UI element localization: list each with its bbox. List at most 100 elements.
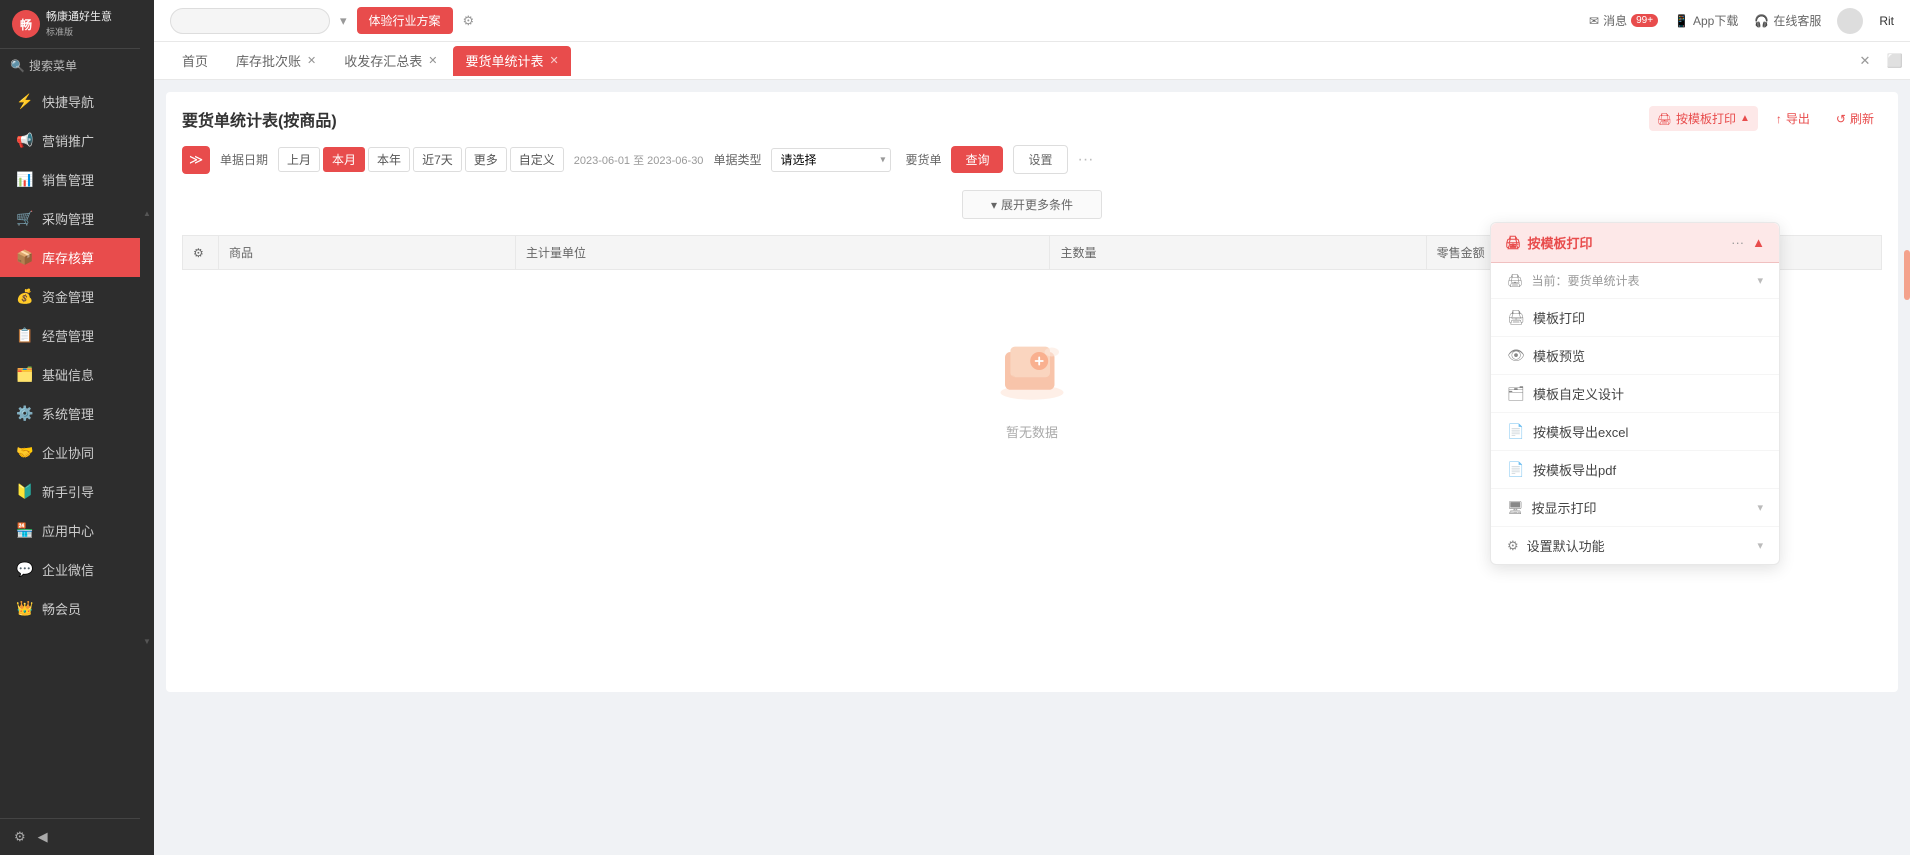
settings-icon[interactable]: ⚙ [14, 829, 26, 845]
sidebar-item-purchase[interactable]: 🛒 采购管理 [0, 199, 140, 238]
date-custom-btn[interactable]: 自定义 [510, 147, 564, 172]
tab-batch-account[interactable]: 库存批次账 ✕ [224, 46, 328, 76]
dropdown-sub-left: 🖥 按显示打印 [1507, 498, 1597, 517]
sidebar-item-inventory[interactable]: 📦 库存核算 [0, 238, 140, 277]
display-print-icon: 🖥 [1507, 500, 1524, 516]
display-print-chevron: ▾ [1757, 501, 1763, 514]
app-name: 畅康通好生意 [46, 10, 112, 24]
tab-home[interactable]: 首页 [170, 46, 220, 76]
sidebar-item-newbie[interactable]: 🔰 新手引导 [0, 472, 140, 511]
expand-more-label: 展开更多条件 [1001, 196, 1073, 213]
sidebar-item-system[interactable]: ⚙️ 系统管理 [0, 394, 140, 433]
dropdown-header-left: 🖨 按模板打印 [1505, 233, 1593, 252]
dropdown-default-func[interactable]: ⚙ 设置默认功能 ▾ [1491, 527, 1779, 564]
filter-expand-btn[interactable]: ≫ [182, 146, 210, 174]
query-btn[interactable]: 查询 [951, 146, 1003, 173]
settings-btn[interactable]: 设置 [1013, 145, 1067, 174]
right-scrollbar[interactable] [1904, 250, 1910, 775]
sidebar-item-vip[interactable]: 👑 畅会员 [0, 589, 140, 628]
dropdown-item-template-excel[interactable]: 📄 按模板导出excel [1491, 413, 1779, 451]
date-current-year-btn[interactable]: 本年 [368, 147, 410, 172]
export-label: 导出 [1786, 110, 1810, 127]
app-download-item[interactable]: 📱 App下载 [1674, 12, 1738, 29]
display-print-label: 按显示打印 [1532, 498, 1597, 517]
dropdown-item-label: 模板打印 [1533, 308, 1585, 327]
topbar-search-input[interactable] [170, 8, 330, 34]
sidebar-item-label: 企业协同 [42, 443, 94, 462]
vip-icon: 👑 [16, 600, 34, 617]
dropdown-item-label: 按模板导出pdf [1533, 460, 1616, 479]
sidebar-item-finance[interactable]: 💰 资金管理 [0, 277, 140, 316]
template-design-icon: 🗂 [1507, 385, 1525, 402]
print-label: 按模板打印 [1676, 110, 1736, 127]
dropdown-header: 🖨 按模板打印 ··· ▲ [1491, 223, 1779, 263]
dots-icon[interactable]: ··· [1731, 235, 1744, 250]
dropdown-item-template-pdf[interactable]: 📄 按模板导出pdf [1491, 451, 1779, 489]
dropdown-current-template[interactable]: 🖨 当前：要货单统计表 ▾ [1491, 263, 1779, 299]
window-maximize-btn[interactable]: ⬜ [1880, 46, 1910, 76]
experience-btn[interactable]: 体验行业方案 [357, 7, 453, 34]
sidebar-item-label: 新手引导 [42, 482, 94, 501]
sidebar-item-basic[interactable]: 🗂️ 基础信息 [0, 355, 140, 394]
topbar-dropdown-icon[interactable]: ▾ [340, 13, 347, 29]
sidebar-item-wechat[interactable]: 💬 企业微信 [0, 550, 140, 589]
collapse-icon[interactable]: ◀ [38, 829, 48, 845]
date-buttons: 上月 本月 本年 近7天 更多 自定义 [278, 147, 564, 172]
sidebar-item-label: 应用中心 [42, 521, 94, 540]
more-options-icon[interactable]: ··· [1078, 151, 1094, 169]
sidebar-item-quick-nav[interactable]: ⚡ 快捷导航 [0, 82, 140, 121]
print-btn[interactable]: 🖨 按模板打印 ▲ [1649, 106, 1758, 131]
sidebar-item-label: 库存核算 [42, 248, 94, 267]
message-item[interactable]: ✉ 消息 99+ [1589, 12, 1658, 29]
tab-order-stats-close[interactable]: ✕ [550, 54, 559, 67]
topbar-settings-icon[interactable]: ⚙ [463, 13, 475, 29]
order-type-select-wrapper: 请选择 [771, 148, 891, 172]
order-type-select[interactable]: 请选择 [771, 148, 891, 172]
date-7days-btn[interactable]: 近7天 [413, 147, 462, 172]
sidebar-item-label: 资金管理 [42, 287, 94, 306]
operation-icon: 📋 [16, 327, 34, 344]
expand-more-btn[interactable]: ▾ 展开更多条件 [962, 190, 1102, 219]
refresh-icon: ↺ [1836, 112, 1846, 126]
default-func-label: 设置默认功能 [1527, 536, 1605, 555]
col-quantity-header: 主数量 [1050, 236, 1426, 270]
system-icon: ⚙️ [16, 405, 34, 422]
current-template-icon: 🖨 [1507, 273, 1524, 289]
tabs-bar: 首页 库存批次账 ✕ 收发存汇总表 ✕ 要货单统计表 ✕ ✕ ⬜ [154, 42, 1910, 80]
tab-home-label: 首页 [182, 51, 208, 70]
tab-receipt-summary-close[interactable]: ✕ [428, 54, 437, 67]
dropdown-display-print[interactable]: 🖥 按显示打印 ▾ [1491, 489, 1779, 527]
online-service-item[interactable]: 🎧 在线客服 [1754, 12, 1821, 29]
col-settings-header[interactable]: ⚙ [183, 236, 219, 270]
refresh-btn[interactable]: ↺ 刷新 [1828, 106, 1882, 131]
dropdown-item-template-design[interactable]: 🗂 模板自定义设计 [1491, 375, 1779, 413]
sidebar-scrollbar: ▲ ▼ [140, 0, 154, 855]
print-dropdown-panel: 🖨 按模板打印 ··· ▲ 🖨 当前：要货单统计表 ▾ 🖨 模板打印 [1490, 222, 1780, 565]
message-label: 消息 [1603, 12, 1627, 29]
date-current-month-btn[interactable]: 本月 [323, 147, 365, 172]
dropdown-close-icon[interactable]: ▲ [1752, 235, 1765, 250]
topbar-right: ✉ 消息 99+ 📱 App下载 🎧 在线客服 Rit [1589, 8, 1894, 34]
sidebar-item-appstore[interactable]: 🏪 应用中心 [0, 511, 140, 550]
dropdown-item-template-preview[interactable]: 👁 模板预览 [1491, 337, 1779, 375]
user-avatar[interactable] [1837, 8, 1863, 34]
dropdown-item-label: 模板自定义设计 [1533, 384, 1624, 403]
appstore-icon: 🏪 [16, 522, 34, 539]
window-close-btn[interactable]: ✕ [1850, 46, 1880, 76]
sidebar-item-collab[interactable]: 🤝 企业协同 [0, 433, 140, 472]
date-prev-month-btn[interactable]: 上月 [278, 147, 320, 172]
sidebar-item-marketing[interactable]: 📢 营销推广 [0, 121, 140, 160]
sidebar-item-operation[interactable]: 📋 经营管理 [0, 316, 140, 355]
sidebar-item-sales[interactable]: 📊 销售管理 [0, 160, 140, 199]
search-menu-item[interactable]: 🔍 搜索菜单 [0, 49, 140, 82]
date-more-btn[interactable]: 更多 [465, 147, 507, 172]
tab-order-stats[interactable]: 要货单统计表 ✕ [453, 46, 570, 76]
dropdown-item-template-print[interactable]: 🖨 模板打印 [1491, 299, 1779, 337]
order-type-label: 单据类型 [713, 151, 761, 168]
logo-icon: 畅 [12, 10, 40, 38]
tab-batch-account-close[interactable]: ✕ [307, 54, 316, 67]
dropdown-item-label: 按模板导出excel [1533, 422, 1628, 441]
tab-receipt-summary[interactable]: 收发存汇总表 ✕ [332, 46, 449, 76]
export-btn[interactable]: ↑ 导出 [1768, 106, 1818, 131]
template-print-icon: 🖨 [1507, 309, 1525, 326]
